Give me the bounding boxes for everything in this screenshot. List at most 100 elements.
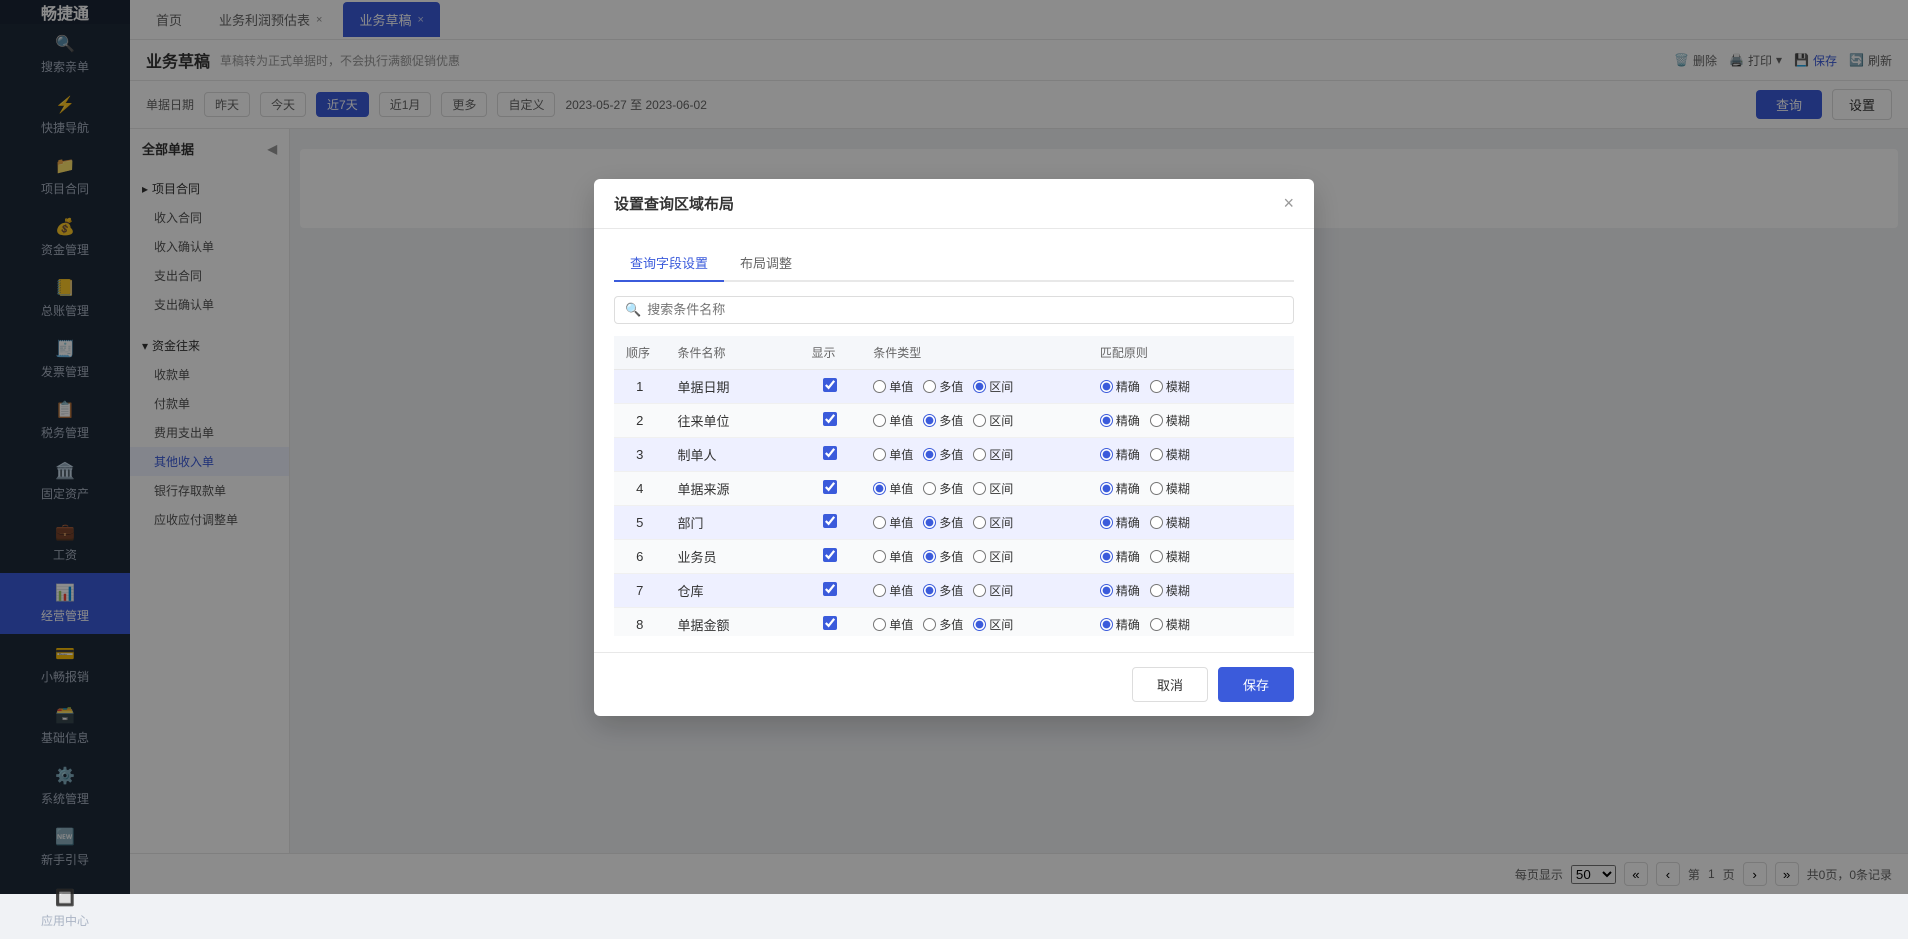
type-range-radio[interactable]: 区间: [973, 446, 1013, 463]
type-range-radio[interactable]: 区间: [973, 548, 1013, 565]
dialog-tab-layout[interactable]: 布局调整: [724, 245, 808, 282]
row-show[interactable]: [799, 369, 861, 403]
row-show[interactable]: [799, 437, 861, 471]
type-multi-radio[interactable]: 多值: [923, 582, 963, 599]
row-show[interactable]: [799, 539, 861, 573]
table-row: 6 业务员 单值 多值 区间: [614, 539, 1294, 573]
match-exact-radio[interactable]: 精确: [1100, 446, 1140, 463]
row-show[interactable]: [799, 471, 861, 505]
th-order: 顺序: [614, 336, 666, 370]
row-match: 精确 模糊: [1088, 437, 1294, 471]
search-box: 🔍: [614, 296, 1294, 324]
show-checkbox[interactable]: [823, 548, 837, 562]
show-checkbox[interactable]: [823, 412, 837, 426]
type-single-radio[interactable]: 单值: [873, 378, 913, 395]
row-match: 精确 模糊: [1088, 471, 1294, 505]
row-match: 精确 模糊: [1088, 505, 1294, 539]
row-order: 5: [614, 505, 666, 539]
show-checkbox[interactable]: [823, 378, 837, 392]
type-single-radio[interactable]: 单值: [873, 548, 913, 565]
match-exact-radio[interactable]: 精确: [1100, 548, 1140, 565]
match-fuzzy-radio[interactable]: 模糊: [1150, 378, 1190, 395]
type-single-radio[interactable]: 单值: [873, 480, 913, 497]
dialog-tab-fields[interactable]: 查询字段设置: [614, 245, 724, 282]
th-show: 显示: [799, 336, 861, 370]
type-multi-radio[interactable]: 多值: [923, 378, 963, 395]
row-order: 4: [614, 471, 666, 505]
row-match: 精确 模糊: [1088, 369, 1294, 403]
type-range-radio[interactable]: 区间: [973, 514, 1013, 531]
row-type: 单值 多值 区间: [861, 539, 1088, 573]
settings-table: 顺序 条件名称 显示 条件类型 匹配原则 1 单据日期: [614, 336, 1294, 636]
show-checkbox[interactable]: [823, 446, 837, 460]
match-fuzzy-radio[interactable]: 模糊: [1150, 548, 1190, 565]
type-range-radio[interactable]: 区间: [973, 616, 1013, 633]
row-type: 单值 多值 区间: [861, 607, 1088, 636]
row-name: 仓库: [666, 573, 800, 607]
settings-dialog: 设置查询区域布局 × 查询字段设置 布局调整 🔍 顺序: [594, 179, 1314, 716]
show-checkbox[interactable]: [823, 582, 837, 596]
type-single-radio[interactable]: 单值: [873, 582, 913, 599]
dialog-footer: 取消 保存: [594, 652, 1314, 716]
type-single-radio[interactable]: 单值: [873, 514, 913, 531]
type-single-radio[interactable]: 单值: [873, 412, 913, 429]
type-range-radio[interactable]: 区间: [973, 378, 1013, 395]
search-input[interactable]: [647, 302, 1283, 317]
th-match: 匹配原则: [1088, 336, 1294, 370]
th-name: 条件名称: [666, 336, 800, 370]
table-scroll: 顺序 条件名称 显示 条件类型 匹配原则 1 单据日期: [614, 336, 1294, 636]
row-type: 单值 多值 区间: [861, 505, 1088, 539]
match-fuzzy-radio[interactable]: 模糊: [1150, 412, 1190, 429]
row-show[interactable]: [799, 505, 861, 539]
type-single-radio[interactable]: 单值: [873, 446, 913, 463]
type-multi-radio[interactable]: 多值: [923, 514, 963, 531]
match-fuzzy-radio[interactable]: 模糊: [1150, 582, 1190, 599]
row-name: 单据金额: [666, 607, 800, 636]
match-exact-radio[interactable]: 精确: [1100, 582, 1140, 599]
row-show[interactable]: [799, 573, 861, 607]
row-match: 精确 模糊: [1088, 539, 1294, 573]
row-match: 精确 模糊: [1088, 607, 1294, 636]
row-show[interactable]: [799, 403, 861, 437]
row-type: 单值 多值 区间: [861, 403, 1088, 437]
match-fuzzy-radio[interactable]: 模糊: [1150, 514, 1190, 531]
row-order: 1: [614, 369, 666, 403]
type-multi-radio[interactable]: 多值: [923, 548, 963, 565]
row-name: 业务员: [666, 539, 800, 573]
match-exact-radio[interactable]: 精确: [1100, 480, 1140, 497]
row-name: 制单人: [666, 437, 800, 471]
match-fuzzy-radio[interactable]: 模糊: [1150, 480, 1190, 497]
type-range-radio[interactable]: 区间: [973, 582, 1013, 599]
save-dialog-button[interactable]: 保存: [1218, 667, 1294, 702]
show-checkbox[interactable]: [823, 616, 837, 630]
match-exact-radio[interactable]: 精确: [1100, 616, 1140, 633]
dialog-tabs: 查询字段设置 布局调整: [614, 245, 1294, 282]
type-multi-radio[interactable]: 多值: [923, 480, 963, 497]
row-name: 单据来源: [666, 471, 800, 505]
sidebar-item-label: 应用中心: [41, 912, 89, 929]
show-checkbox[interactable]: [823, 514, 837, 528]
type-range-radio[interactable]: 区间: [973, 412, 1013, 429]
type-multi-radio[interactable]: 多值: [923, 412, 963, 429]
row-show[interactable]: [799, 607, 861, 636]
type-range-radio[interactable]: 区间: [973, 480, 1013, 497]
row-order: 7: [614, 573, 666, 607]
type-multi-radio[interactable]: 多值: [923, 446, 963, 463]
match-fuzzy-radio[interactable]: 模糊: [1150, 616, 1190, 633]
cancel-button[interactable]: 取消: [1132, 667, 1208, 702]
match-exact-radio[interactable]: 精确: [1100, 378, 1140, 395]
th-type: 条件类型: [861, 336, 1088, 370]
match-fuzzy-radio[interactable]: 模糊: [1150, 446, 1190, 463]
modal-overlay: 设置查询区域布局 × 查询字段设置 布局调整 🔍 顺序: [0, 0, 1908, 894]
type-multi-radio[interactable]: 多值: [923, 616, 963, 633]
show-checkbox[interactable]: [823, 480, 837, 494]
search-icon-dialog: 🔍: [625, 302, 641, 318]
row-order: 8: [614, 607, 666, 636]
dialog-header: 设置查询区域布局 ×: [594, 179, 1314, 229]
row-name: 部门: [666, 505, 800, 539]
match-exact-radio[interactable]: 精确: [1100, 412, 1140, 429]
dialog-close-button[interactable]: ×: [1283, 194, 1294, 212]
match-exact-radio[interactable]: 精确: [1100, 514, 1140, 531]
type-single-radio[interactable]: 单值: [873, 616, 913, 633]
table-row: 3 制单人 单值 多值 区间: [614, 437, 1294, 471]
